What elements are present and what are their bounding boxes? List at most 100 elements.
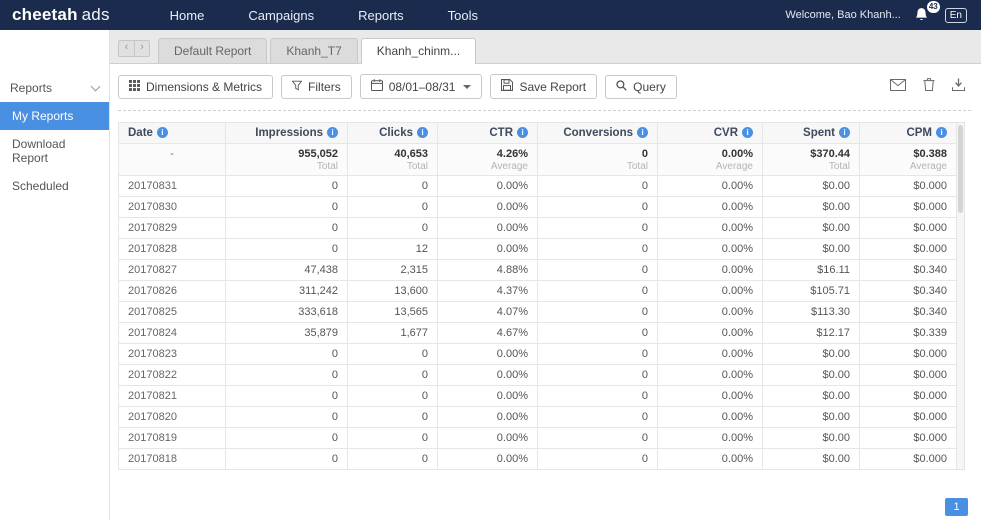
table-scrollbar[interactable] <box>957 122 965 470</box>
column-header-spent: Spent <box>762 122 860 144</box>
nav-item-home[interactable]: Home <box>166 6 209 25</box>
total-sub: Average <box>490 161 528 172</box>
metric-cell: 0 <box>537 322 658 344</box>
export-download-button[interactable] <box>952 78 965 96</box>
envelope-icon <box>890 78 906 96</box>
info-icon[interactable] <box>156 127 168 138</box>
metric-cell: $0.339 <box>859 322 957 344</box>
sidebar-section-label: Reports <box>10 81 53 95</box>
metric-cell: 0 <box>537 364 658 386</box>
report-tabstrip: ‹ › Default Report Khanh_T7 Khanh_chinm.… <box>110 30 981 64</box>
metric-cell: 35,879 <box>225 322 348 344</box>
total-value: 40,653 <box>394 148 428 160</box>
sidebar-item-my-reports[interactable]: My Reports <box>0 102 109 130</box>
total-sub: Total <box>626 161 648 172</box>
filters-button[interactable]: Filters <box>281 74 352 99</box>
info-icon[interactable] <box>742 127 753 138</box>
nav-item-reports[interactable]: Reports <box>354 6 408 25</box>
metric-cell: 0.00% <box>437 196 538 218</box>
delete-report-button[interactable] <box>923 77 935 96</box>
table-row: 20170825 333,618 13,565 4.07% 0 0.00% $113.30 $… <box>118 301 957 323</box>
metric-cell: $0.000 <box>859 406 957 428</box>
save-report-label: Save Report <box>519 79 587 94</box>
calendar-icon <box>370 79 383 94</box>
language-button[interactable]: En <box>944 7 967 23</box>
metric-cell: $0.000 <box>859 448 957 470</box>
metric-cell: 0.00% <box>437 448 538 470</box>
info-icon[interactable] <box>936 127 947 138</box>
metric-cell: 0 <box>347 175 438 197</box>
sidebar-item-scheduled[interactable]: Scheduled <box>0 172 109 200</box>
nav-item-tools[interactable]: Tools <box>444 6 482 25</box>
date-cell: 20170823 <box>118 343 226 365</box>
info-icon[interactable] <box>327 127 338 138</box>
metric-cell: 0 <box>347 406 438 428</box>
pagination-page-1-button[interactable]: 1 <box>945 498 968 516</box>
metric-cell: 0 <box>225 448 348 470</box>
query-label: Query <box>633 79 666 94</box>
tab-default-report[interactable]: Default Report <box>158 38 268 63</box>
column-header-impressions: Impressions <box>225 122 348 144</box>
table-row: 20170830 0 0 0.00% 0 0.00% $0.00 $0.000 <box>118 196 957 218</box>
metric-cell: 0 <box>347 196 438 218</box>
sidebar-section-reports[interactable]: Reports <box>0 74 109 102</box>
totals-cell: $370.44 Total <box>762 143 860 176</box>
metric-cell: $0.340 <box>859 280 957 302</box>
main-navigation: Home Campaigns Reports Tools <box>166 6 482 25</box>
column-header-date: Date <box>118 122 226 144</box>
brand-logo[interactable]: cheetah ads <box>12 5 110 25</box>
table-header: Date Impressions Clicks CTR Conversions … <box>118 122 957 144</box>
header-row: Date Impressions Clicks CTR Conversions … <box>118 122 957 144</box>
column-label: CVR <box>713 127 738 139</box>
query-button[interactable]: Query <box>605 74 677 99</box>
metric-cell: 0 <box>537 238 658 260</box>
table-row: 20170822 0 0 0.00% 0 0.00% $0.00 $0.000 <box>118 364 957 386</box>
metric-cell: 0 <box>225 343 348 365</box>
info-icon[interactable] <box>839 127 850 138</box>
metric-cell: 0.00% <box>657 280 763 302</box>
notifications-button[interactable]: 43 <box>914 1 940 23</box>
info-icon[interactable] <box>417 127 428 138</box>
info-icon[interactable] <box>637 127 648 138</box>
info-icon[interactable] <box>517 127 528 138</box>
sidebar-item-download-report[interactable]: Download Report <box>0 130 109 172</box>
save-report-button[interactable]: Save Report <box>490 74 598 99</box>
table-row: 20170828 0 12 0.00% 0 0.00% $0.00 $0.000 <box>118 238 957 260</box>
tab-scroll-right-button[interactable]: › <box>134 41 149 56</box>
metric-cell: 311,242 <box>225 280 348 302</box>
caret-down-icon <box>463 84 472 89</box>
welcome-user[interactable]: Welcome, Bao Khanh... <box>785 9 900 21</box>
date-range-button[interactable]: 08/01–08/31 <box>359 74 483 99</box>
metric-cell: 0.00% <box>657 427 763 449</box>
report-table: Date Impressions Clicks CTR Conversions … <box>118 122 957 470</box>
date-cell: 20170821 <box>118 385 226 407</box>
tab-scroll-left-button[interactable]: ‹ <box>119 41 134 56</box>
metric-cell: 0 <box>537 196 658 218</box>
metric-cell: 0.00% <box>437 406 538 428</box>
nav-item-campaigns[interactable]: Campaigns <box>244 6 318 25</box>
tab-khanh-chinm[interactable]: Khanh_chinm... <box>360 38 477 64</box>
column-header-ctr: CTR <box>437 122 538 144</box>
tab-khanh-t7[interactable]: Khanh_T7 <box>270 38 358 63</box>
totals-cell: 4.26% Average <box>437 143 538 176</box>
notification-badge: 43 <box>926 1 940 13</box>
metric-cell: 0 <box>537 427 658 449</box>
metric-cell: 0 <box>347 217 438 239</box>
navbar-right: Welcome, Bao Khanh... 43 En <box>785 1 967 23</box>
table-row: 20170821 0 0 0.00% 0 0.00% $0.00 $0.000 <box>118 385 957 407</box>
grid-icon <box>129 79 140 94</box>
metric-cell: 0.00% <box>657 175 763 197</box>
metric-cell: 0 <box>347 364 438 386</box>
send-mail-button[interactable] <box>890 78 906 96</box>
date-cell: 20170828 <box>118 238 226 260</box>
scrollbar-thumb[interactable] <box>958 125 963 213</box>
dimensions-metrics-button[interactable]: Dimensions & Metrics <box>118 74 274 99</box>
metric-cell: 0 <box>537 259 658 281</box>
metric-cell: $0.00 <box>762 385 860 407</box>
totals-date-cell: - <box>118 143 226 176</box>
metric-cell: 0 <box>225 406 348 428</box>
metric-cell: 47,438 <box>225 259 348 281</box>
table-row: 20170831 0 0 0.00% 0 0.00% $0.00 $0.000 <box>118 175 957 197</box>
metric-cell: 0.00% <box>657 364 763 386</box>
table-body: - 955,052 Total 40,653 Total 4.26% Average … <box>118 143 957 470</box>
